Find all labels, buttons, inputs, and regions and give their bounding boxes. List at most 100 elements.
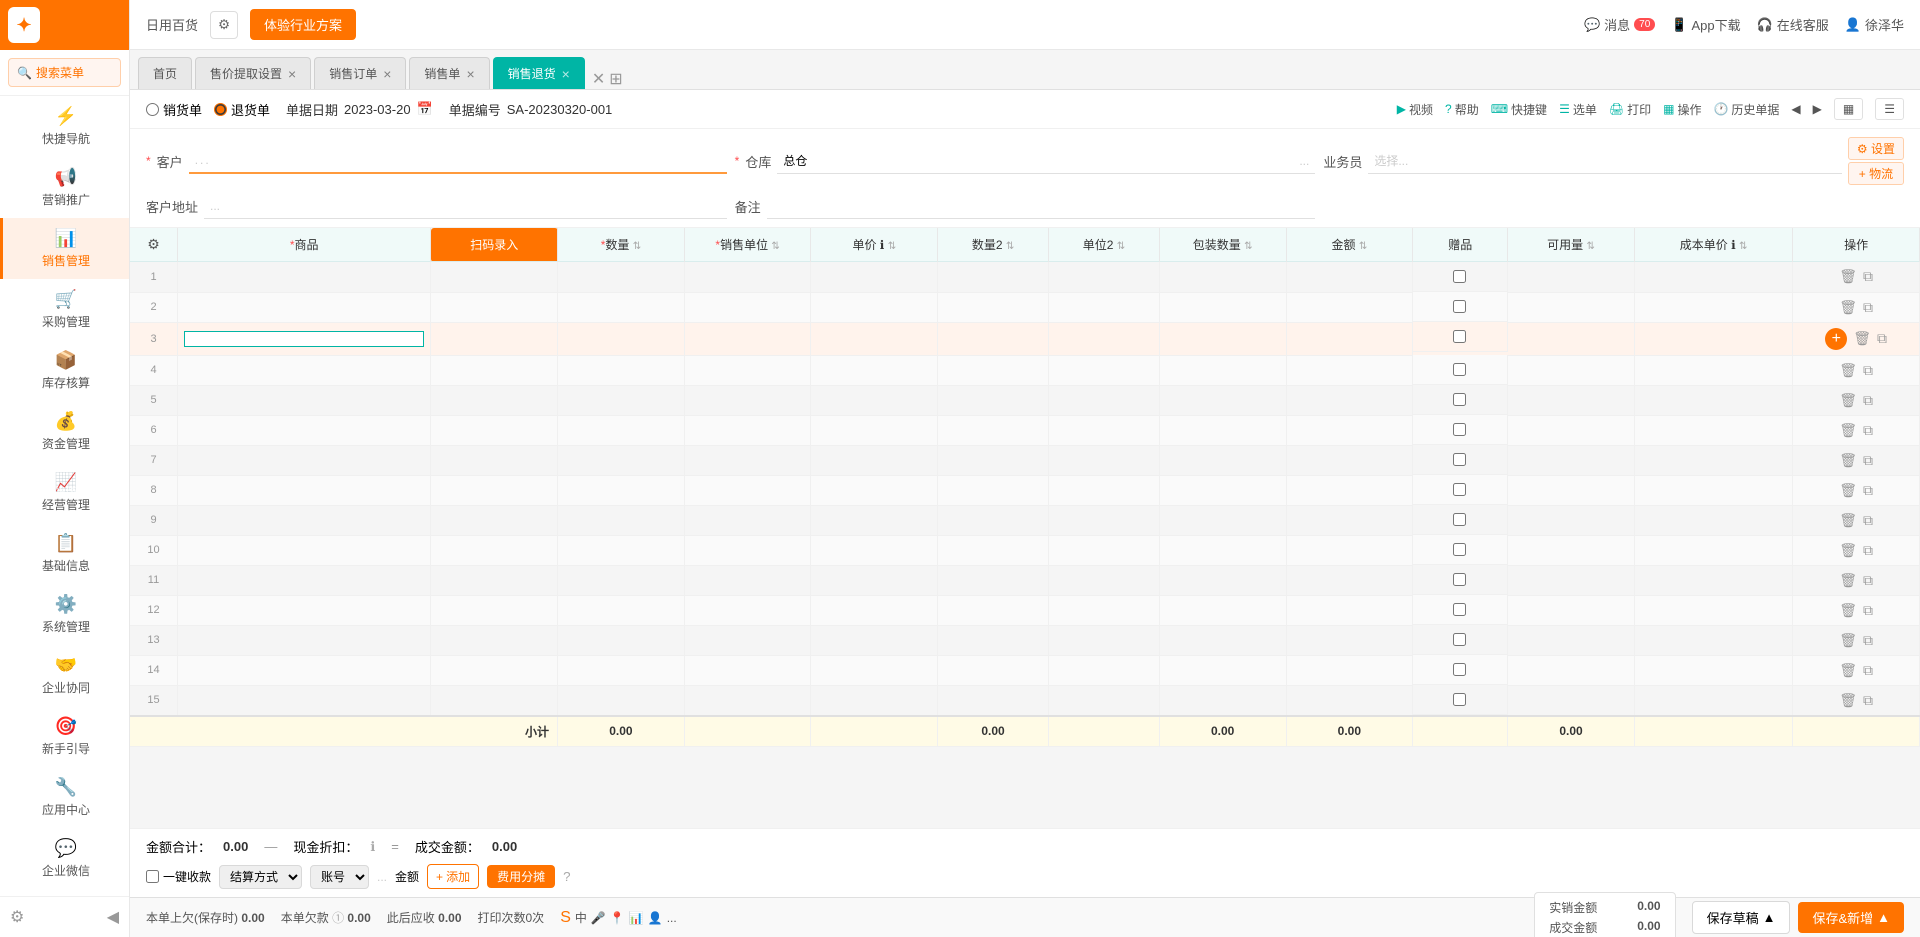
unit2-cell-15[interactable] — [1048, 685, 1159, 716]
sidebar-collapse-button[interactable]: ◀ — [107, 907, 119, 927]
tab-home[interactable]: 首页 — [138, 57, 192, 89]
gift-checkbox-4[interactable] — [1453, 363, 1466, 376]
add-row-button-3[interactable]: + — [1825, 328, 1847, 350]
quantity-cell-15[interactable] — [558, 685, 685, 716]
quantity-input-11[interactable] — [564, 573, 678, 587]
unit2-cell-4[interactable] — [1048, 355, 1159, 385]
pack-qty-cell-6[interactable] — [1159, 415, 1286, 445]
th-settings[interactable]: ⚙ — [130, 228, 178, 262]
quantity-cell-6[interactable] — [558, 415, 685, 445]
copy-row-9[interactable]: ⧉ — [1863, 512, 1873, 529]
print-button[interactable]: 🖨 打印 — [1609, 101, 1651, 118]
delete-row-4[interactable]: 🗑 — [1839, 362, 1857, 379]
sidebar-item-wechat[interactable]: 💬 企业微信 — [0, 828, 129, 889]
cost-price-cell-11[interactable] — [1634, 565, 1792, 595]
available-cell-3[interactable] — [1508, 322, 1635, 355]
gift-cell-2[interactable] — [1413, 292, 1508, 322]
unit2-cell-14[interactable] — [1048, 655, 1159, 685]
product-cell-2[interactable] — [178, 292, 431, 322]
tab-sales-delivery[interactable]: 销售单 × — [409, 57, 489, 89]
unit2-cell-1[interactable] — [1048, 262, 1159, 293]
sidebar-item-marketing[interactable]: 📢 营销推广 — [0, 157, 129, 218]
cost-price-cell-4[interactable] — [1634, 355, 1792, 385]
available-cell-6[interactable] — [1508, 415, 1635, 445]
delete-row-14[interactable]: 🗑 — [1839, 662, 1857, 679]
sale-unit-cell-1[interactable] — [684, 262, 811, 293]
shortcut-button[interactable]: ⌨ 快捷键 — [1491, 101, 1547, 118]
search-menu-button[interactable]: 🔍 搜索菜单 — [8, 58, 121, 87]
save-draft-button[interactable]: 保存草稿 ▲ — [1692, 901, 1791, 934]
available-cell-9[interactable] — [1508, 505, 1635, 535]
copy-row-8[interactable]: ⧉ — [1863, 482, 1873, 499]
product-cell-3[interactable] — [178, 322, 431, 355]
tab-sales-delivery-close[interactable]: × — [466, 67, 474, 81]
pack-qty-cell-1[interactable] — [1159, 262, 1286, 293]
product-cell-6[interactable] — [178, 415, 431, 445]
video-button[interactable]: ▶ 视频 — [1397, 101, 1433, 118]
amount-cell-14[interactable] — [1286, 655, 1413, 685]
amount-cell-10[interactable] — [1286, 535, 1413, 565]
unit-price-cell-7[interactable] — [811, 445, 938, 475]
unit2-cell-12[interactable] — [1048, 595, 1159, 625]
product-cell-7[interactable] — [178, 445, 431, 475]
pack-qty-cell-13[interactable] — [1159, 625, 1286, 655]
gift-cell-8[interactable] — [1413, 475, 1508, 505]
amount-cell-9[interactable] — [1286, 505, 1413, 535]
available-cell-1[interactable] — [1508, 262, 1635, 293]
pack-qty-cell-8[interactable] — [1159, 475, 1286, 505]
quantity-cell-13[interactable] — [558, 625, 685, 655]
unit-price-cell-2[interactable] — [811, 292, 938, 322]
copy-row-15[interactable]: ⧉ — [1863, 692, 1873, 709]
sale-unit-cell-6[interactable] — [684, 415, 811, 445]
sidebar-item-shortcuts[interactable]: ⚡ 快捷导航 — [0, 96, 129, 157]
copy-row-6[interactable]: ⧉ — [1863, 422, 1873, 439]
grid-view-button[interactable]: ▦ — [1834, 98, 1863, 120]
sale-unit-cell-9[interactable] — [684, 505, 811, 535]
quantity2-cell-13[interactable] — [938, 625, 1049, 655]
calc-method-select[interactable]: 结算方式 — [219, 865, 302, 889]
unit2-cell-9[interactable] — [1048, 505, 1159, 535]
cost-price-cell-15[interactable] — [1634, 685, 1792, 716]
quantity-input-14[interactable] — [564, 663, 678, 677]
quantity-cell-7[interactable] — [558, 445, 685, 475]
history-button[interactable]: 🕐 历史单据 — [1713, 101, 1779, 118]
pack-qty-cell-3[interactable] — [1159, 322, 1286, 355]
calendar-icon[interactable]: 📅 — [417, 101, 433, 117]
quantity2-cell-10[interactable] — [938, 535, 1049, 565]
available-cell-5[interactable] — [1508, 385, 1635, 415]
amount-cell-3[interactable] — [1286, 322, 1413, 355]
copy-row-11[interactable]: ⧉ — [1863, 572, 1873, 589]
gift-checkbox-6[interactable] — [1453, 423, 1466, 436]
pack-qty-cell-7[interactable] — [1159, 445, 1286, 475]
save-new-button[interactable]: 保存&新增 ▲ — [1798, 902, 1904, 933]
quantity2-cell-6[interactable] — [938, 415, 1049, 445]
quantity-input-7[interactable] — [564, 453, 678, 467]
quantity2-cell-7[interactable] — [938, 445, 1049, 475]
sidebar-item-purchase[interactable]: 🛒 采购管理 — [0, 279, 129, 340]
product-cell-8[interactable] — [178, 475, 431, 505]
quantity2-cell-14[interactable] — [938, 655, 1049, 685]
next-record-button[interactable]: ▶ — [1813, 102, 1822, 116]
gift-cell-11[interactable] — [1413, 565, 1508, 595]
sidebar-item-cooperation[interactable]: 🤝 企业协同 — [0, 645, 129, 706]
unit-price-cell-4[interactable] — [811, 355, 938, 385]
quantity-input-13[interactable] — [564, 633, 678, 647]
pack-qty-cell-12[interactable] — [1159, 595, 1286, 625]
quantity2-cell-2[interactable] — [938, 292, 1049, 322]
sale-unit-cell-2[interactable] — [684, 292, 811, 322]
sidebar-item-member[interactable]: 👑 畅会员 — [0, 889, 129, 896]
tab-price-settings[interactable]: 售价提取设置 × — [195, 57, 311, 89]
gift-cell-1[interactable] — [1413, 262, 1508, 292]
gift-cell-4[interactable] — [1413, 355, 1508, 385]
product-cell-5[interactable] — [178, 385, 431, 415]
sale-unit-cell-10[interactable] — [684, 535, 811, 565]
select-order-button[interactable]: ☰ 选单 — [1559, 101, 1597, 118]
amount-cell-15[interactable] — [1286, 685, 1413, 716]
sale-unit-cell-13[interactable] — [684, 625, 811, 655]
pack-qty-cell-4[interactable] — [1159, 355, 1286, 385]
cost-price-cell-9[interactable] — [1634, 505, 1792, 535]
pack-qty-cell-10[interactable] — [1159, 535, 1286, 565]
quantity-cell-8[interactable] — [558, 475, 685, 505]
gift-checkbox-8[interactable] — [1453, 483, 1466, 496]
delete-row-11[interactable]: 🗑 — [1839, 572, 1857, 589]
